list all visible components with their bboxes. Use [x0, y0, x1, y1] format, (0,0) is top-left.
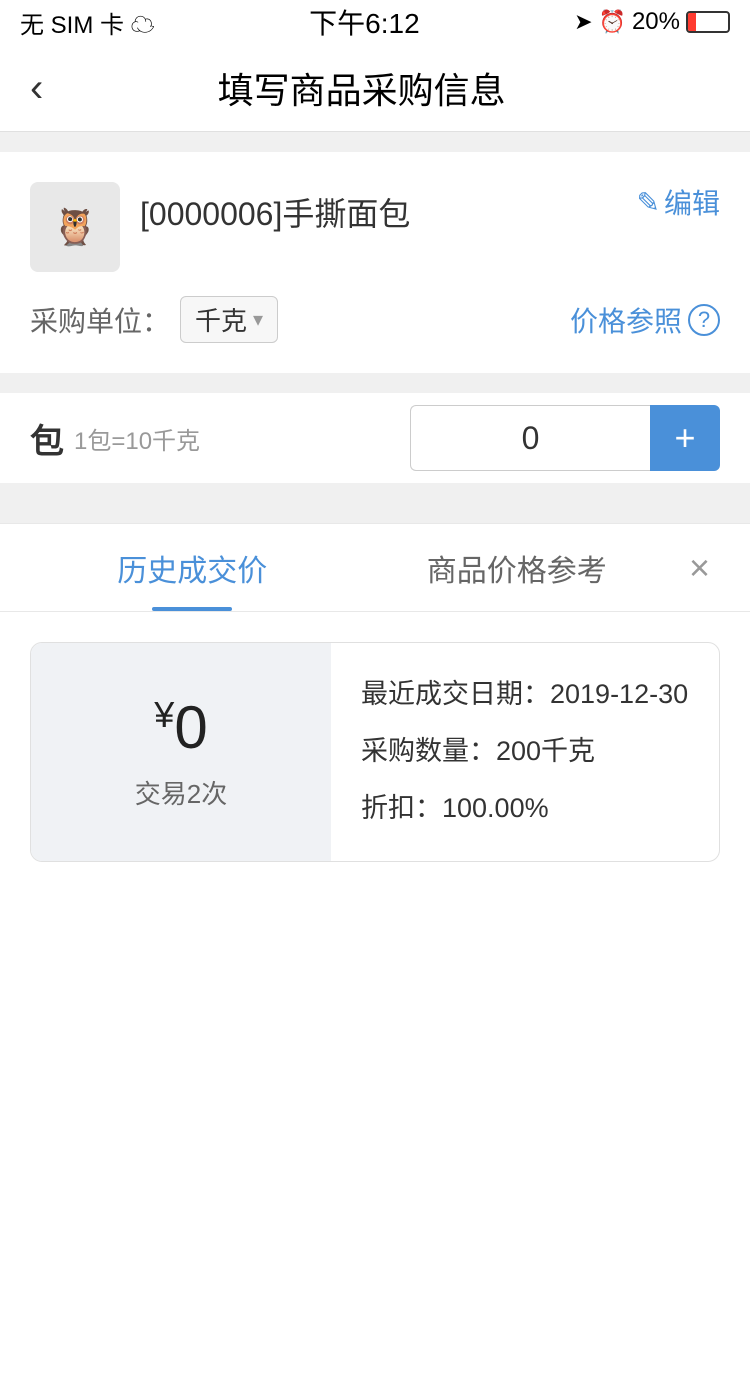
nav-bar: ‹ 填写商品采购信息	[0, 44, 750, 132]
product-name: [0000006]手撕面包	[140, 192, 410, 237]
product-thumb-icon: 🦉	[53, 206, 98, 248]
edit-icon: ✎	[637, 186, 660, 219]
status-bar: 无 SIM 卡 ☁ 下午6:12 ➤ ⏰ 20%	[0, 0, 750, 44]
tabs-header: 历史成交价 商品价格参考 ×	[0, 524, 750, 612]
battery-icon	[686, 11, 730, 33]
status-time: 下午6:12	[309, 2, 420, 42]
status-right: ➤ ⏰ 20%	[574, 8, 730, 36]
price-card: ¥0 交易2次 最近成交日期：2019-12-30 采购数量：200千克 折扣：…	[30, 642, 720, 862]
alarm-icon: ⏰	[599, 9, 626, 35]
quantity-value: 0	[522, 420, 540, 457]
unit-value: 千克	[195, 301, 247, 338]
unit-conversion-label: 1包=10千克	[74, 421, 200, 456]
plus-icon: +	[674, 417, 695, 459]
page-rest	[0, 892, 750, 1392]
price-ref-button[interactable]: 价格参照 ?	[570, 300, 720, 340]
battery-percent: 20%	[632, 8, 680, 36]
price-card-left: ¥0 交易2次	[31, 643, 331, 861]
discount-label: 折扣：	[361, 793, 442, 823]
section-divider	[0, 373, 750, 393]
quantity-box[interactable]: 0	[410, 405, 650, 471]
quantity-row: 包 1包=10千克 0 +	[0, 393, 750, 483]
tabs-container: 历史成交价 商品价格参考 × ¥0 交易2次 最近成交日期：2019-12-30…	[0, 523, 750, 1392]
unit-icon: 包	[30, 414, 64, 463]
unit-select[interactable]: 千克 ▾	[180, 296, 278, 343]
unit-label: 采购单位：	[30, 300, 170, 340]
discount-value: 100.00%	[442, 793, 549, 823]
trade-count: 交易2次	[135, 774, 227, 811]
quantity-plus-button[interactable]: +	[650, 405, 720, 471]
tab-price-ref[interactable]: 商品价格参考	[354, 524, 678, 611]
price-ref-label: 价格参照	[570, 300, 682, 340]
back-button[interactable]: ‹	[30, 68, 43, 108]
discount-row: 折扣：100.00%	[361, 787, 689, 830]
signal-label: 无 SIM 卡 ☁	[20, 5, 155, 40]
quantity-unit-label: 包 1包=10千克	[30, 414, 200, 463]
product-header: 🦉 [0000006]手撕面包 ✎ 编辑	[30, 182, 720, 272]
price-card-area: ¥0 交易2次 最近成交日期：2019-12-30 采购数量：200千克 折扣：…	[0, 612, 750, 892]
purchase-qty-row: 采购数量：200千克	[361, 730, 689, 773]
tab-history-price[interactable]: 历史成交价	[30, 524, 354, 611]
recent-date-value: 2019-12-30	[550, 679, 688, 709]
price-display: ¥0	[154, 692, 207, 764]
product-card: 🦉 [0000006]手撕面包 ✎ 编辑 采购单位： 千克 ▾ 价格参照 ?	[0, 152, 750, 373]
recent-date-row: 最近成交日期：2019-12-30	[361, 673, 689, 716]
edit-button[interactable]: ✎ 编辑	[637, 182, 720, 222]
page-title: 填写商品采购信息	[63, 62, 660, 114]
purchase-qty-value: 200千克	[496, 736, 595, 766]
price-value: 0	[174, 694, 207, 761]
close-button[interactable]: ×	[679, 540, 720, 596]
tab-history-label: 历史成交价	[117, 546, 267, 590]
product-thumbnail: 🦉	[30, 182, 120, 272]
tab-active-indicator	[152, 607, 232, 611]
quantity-input-area: 0 +	[200, 405, 720, 471]
product-info: 🦉 [0000006]手撕面包	[30, 182, 410, 272]
price-ref-question-icon: ?	[688, 304, 720, 336]
edit-label: 编辑	[664, 182, 720, 222]
recent-date-label: 最近成交日期：	[361, 679, 550, 709]
price-card-right: 最近成交日期：2019-12-30 采购数量：200千克 折扣：100.00%	[331, 643, 719, 861]
section-divider-2	[0, 483, 750, 503]
purchase-qty-label: 采购数量：	[361, 736, 496, 766]
currency-symbol: ¥	[154, 694, 174, 735]
tab-price-ref-label: 商品价格参考	[427, 546, 607, 590]
product-unit-row: 采购单位： 千克 ▾ 价格参照 ?	[30, 296, 720, 343]
location-icon: ➤	[574, 9, 592, 35]
status-left: 无 SIM 卡 ☁	[20, 5, 155, 40]
chevron-down-icon: ▾	[253, 307, 263, 332]
unit-selector-group: 采购单位： 千克 ▾	[30, 296, 278, 343]
